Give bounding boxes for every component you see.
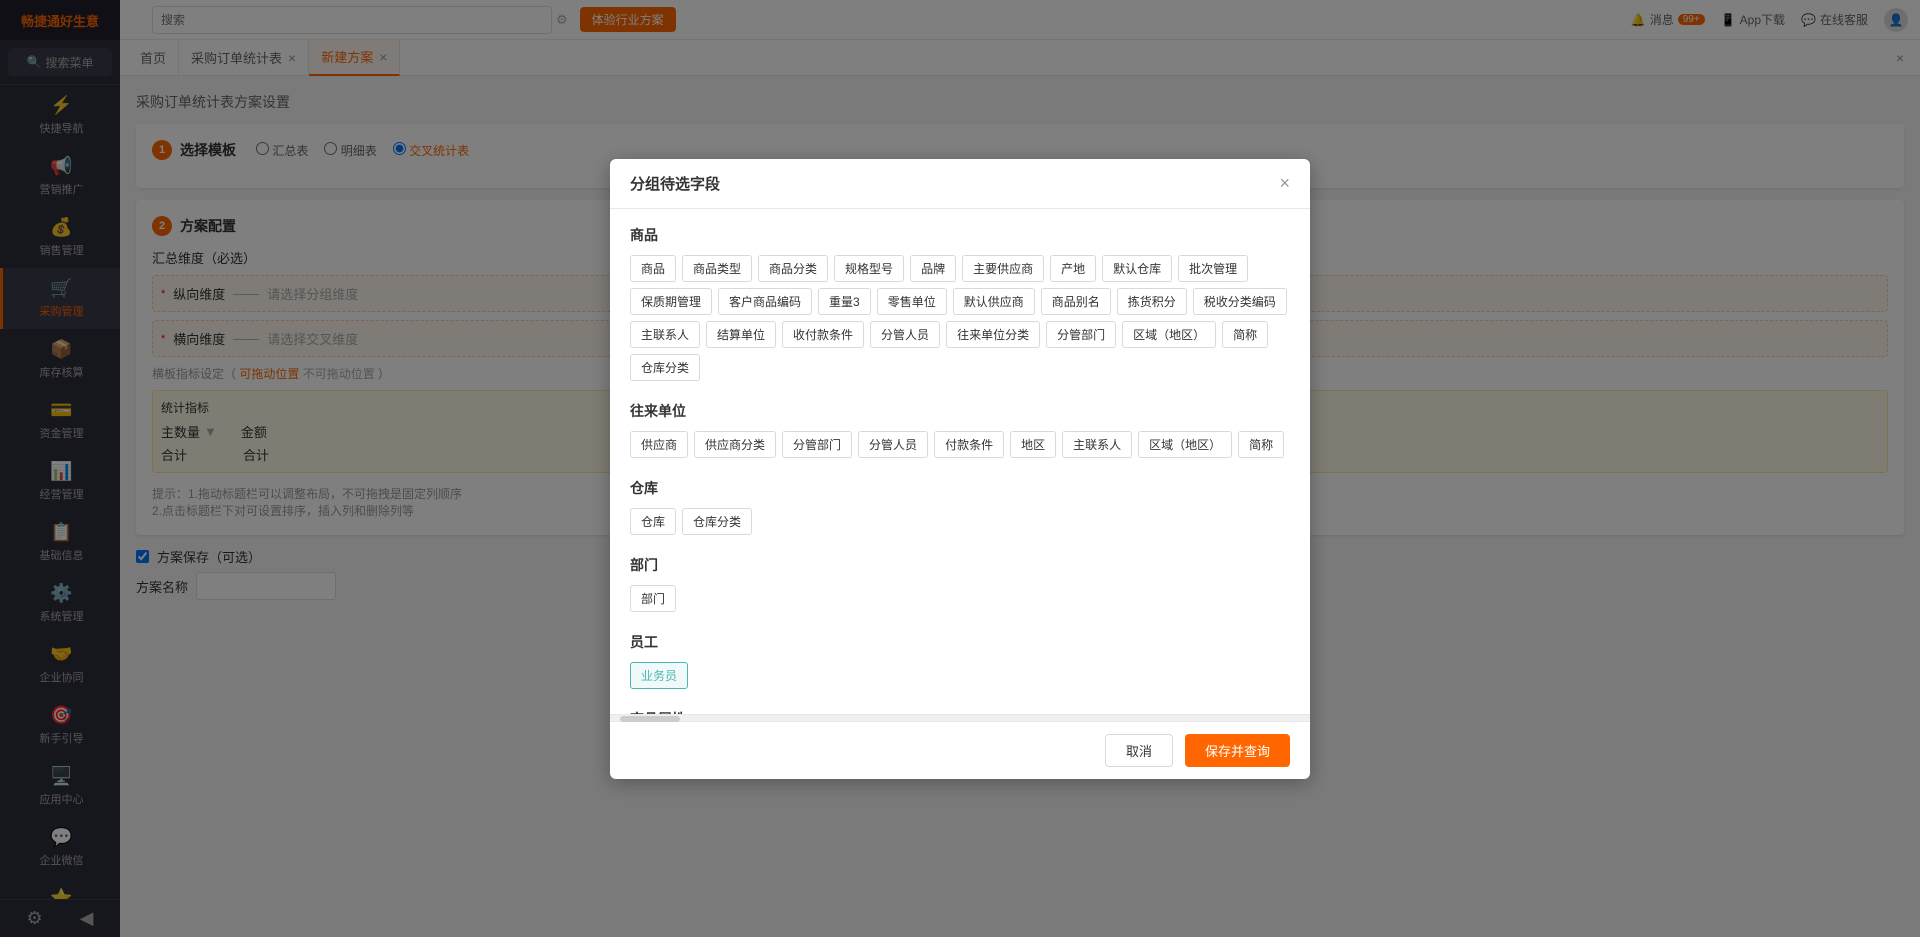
- field-tag-0-16[interactable]: 税收分类编码: [1193, 288, 1287, 315]
- modal-footer: 取消 保存并查询: [610, 721, 1310, 779]
- section-title-0: 商品: [630, 225, 1290, 245]
- save-query-button[interactable]: 保存并查询: [1185, 734, 1290, 767]
- field-tag-0-9[interactable]: 保质期管理: [630, 288, 712, 315]
- field-tag-0-20[interactable]: 分管人员: [870, 321, 940, 348]
- field-tag-0-19[interactable]: 收付款条件: [782, 321, 864, 348]
- field-tag-0-17[interactable]: 主联系人: [630, 321, 700, 348]
- field-tag-0-22[interactable]: 分管部门: [1046, 321, 1116, 348]
- field-tag-2-1[interactable]: 仓库分类: [682, 508, 752, 535]
- field-tag-0-25[interactable]: 仓库分类: [630, 354, 700, 381]
- section-title-2: 仓库: [630, 478, 1290, 498]
- scrollbar-thumb: [620, 716, 680, 722]
- field-tag-4-0[interactable]: 业务员: [630, 662, 688, 689]
- field-section-4: 员工业务员: [630, 632, 1290, 689]
- field-tags-1: 供应商供应商分类分管部门分管人员付款条件地区主联系人区域（地区）简称: [630, 431, 1290, 458]
- field-tag-0-4[interactable]: 品牌: [910, 255, 956, 282]
- field-tag-0-0[interactable]: 商品: [630, 255, 676, 282]
- field-tags-2: 仓库仓库分类: [630, 508, 1290, 535]
- modal-header: 分组待选字段 ×: [610, 159, 1310, 209]
- field-tag-2-0[interactable]: 仓库: [630, 508, 676, 535]
- field-tag-1-0[interactable]: 供应商: [630, 431, 688, 458]
- section-title-3: 部门: [630, 555, 1290, 575]
- field-tag-1-1[interactable]: 供应商分类: [694, 431, 776, 458]
- field-tag-0-1[interactable]: 商品类型: [682, 255, 752, 282]
- field-tag-1-7[interactable]: 区域（地区）: [1138, 431, 1232, 458]
- field-tag-3-0[interactable]: 部门: [630, 585, 676, 612]
- field-tags-0: 商品商品类型商品分类规格型号品牌主要供应商产地默认仓库批次管理保质期管理客户商品…: [630, 255, 1290, 381]
- field-tag-1-4[interactable]: 付款条件: [934, 431, 1004, 458]
- field-tag-0-5[interactable]: 主要供应商: [962, 255, 1044, 282]
- field-tag-0-10[interactable]: 客户商品编码: [718, 288, 812, 315]
- field-tags-4: 业务员: [630, 662, 1290, 689]
- modal-close-button[interactable]: ×: [1279, 174, 1290, 192]
- field-tag-0-6[interactable]: 产地: [1050, 255, 1096, 282]
- field-section-3: 部门部门: [630, 555, 1290, 612]
- field-section-1: 往来单位供应商供应商分类分管部门分管人员付款条件地区主联系人区域（地区）简称: [630, 401, 1290, 458]
- field-tag-0-23[interactable]: 区域（地区）: [1122, 321, 1216, 348]
- field-tag-0-7[interactable]: 默认仓库: [1102, 255, 1172, 282]
- modal-overlay: 分组待选字段 × 商品商品商品类型商品分类规格型号品牌主要供应商产地默认仓库批次…: [0, 0, 1920, 937]
- modal-body: 商品商品商品类型商品分类规格型号品牌主要供应商产地默认仓库批次管理保质期管理客户…: [610, 209, 1310, 714]
- field-tag-1-5[interactable]: 地区: [1010, 431, 1056, 458]
- field-tag-0-3[interactable]: 规格型号: [834, 255, 904, 282]
- field-tag-0-15[interactable]: 拣货积分: [1117, 288, 1187, 315]
- field-tag-0-18[interactable]: 结算单位: [706, 321, 776, 348]
- field-select-modal: 分组待选字段 × 商品商品商品类型商品分类规格型号品牌主要供应商产地默认仓库批次…: [610, 159, 1310, 779]
- field-tag-1-8[interactable]: 简称: [1238, 431, 1284, 458]
- field-tag-0-13[interactable]: 默认供应商: [953, 288, 1035, 315]
- field-tag-1-2[interactable]: 分管部门: [782, 431, 852, 458]
- modal-horizontal-scrollbar[interactable]: [610, 714, 1310, 721]
- section-title-1: 往来单位: [630, 401, 1290, 421]
- modal-title: 分组待选字段: [630, 173, 720, 194]
- field-tag-0-2[interactable]: 商品分类: [758, 255, 828, 282]
- field-tag-0-21[interactable]: 往来单位分类: [946, 321, 1040, 348]
- field-tag-1-3[interactable]: 分管人员: [858, 431, 928, 458]
- section-title-4: 员工: [630, 632, 1290, 652]
- field-tag-1-6[interactable]: 主联系人: [1062, 431, 1132, 458]
- field-section-2: 仓库仓库仓库分类: [630, 478, 1290, 535]
- cancel-button[interactable]: 取消: [1105, 734, 1173, 767]
- field-tag-0-11[interactable]: 重量3: [818, 288, 871, 315]
- field-tag-0-14[interactable]: 商品别名: [1041, 288, 1111, 315]
- field-tags-3: 部门: [630, 585, 1290, 612]
- field-tag-0-12[interactable]: 零售单位: [877, 288, 947, 315]
- field-tag-0-24[interactable]: 简称: [1222, 321, 1268, 348]
- field-section-0: 商品商品商品类型商品分类规格型号品牌主要供应商产地默认仓库批次管理保质期管理客户…: [630, 225, 1290, 381]
- field-tag-0-8[interactable]: 批次管理: [1178, 255, 1248, 282]
